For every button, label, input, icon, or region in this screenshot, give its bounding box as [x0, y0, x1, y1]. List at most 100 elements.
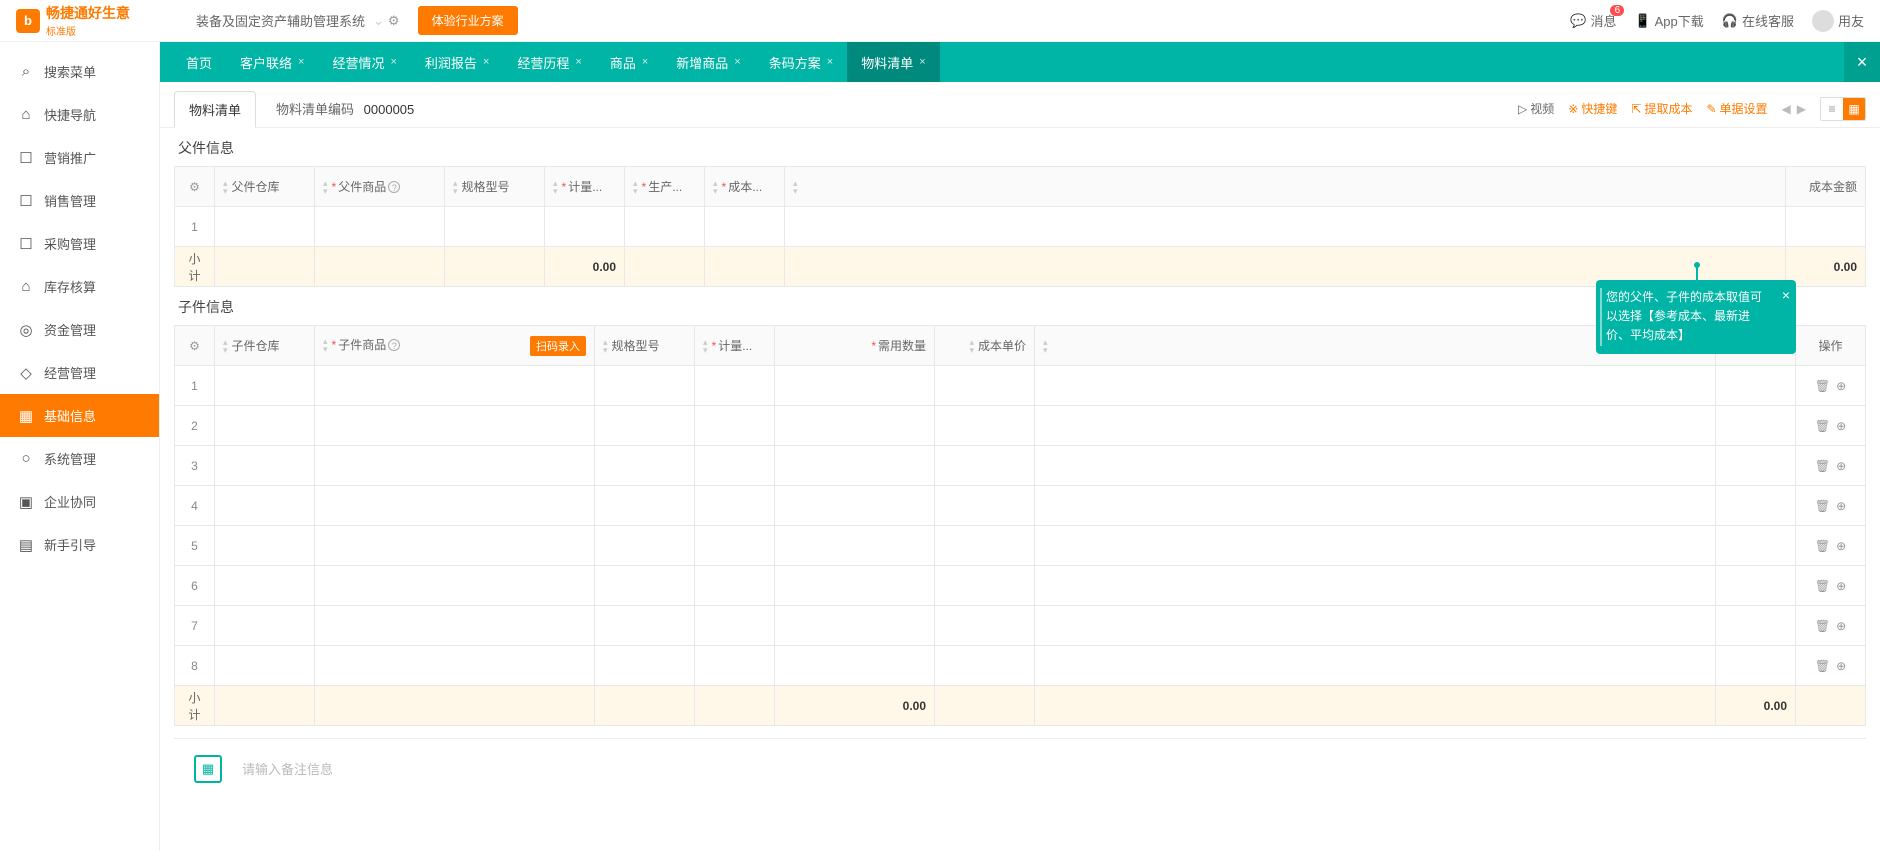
add-row-icon[interactable]: ⊕: [1836, 659, 1846, 673]
sidebar-item-4[interactable]: ☐采购管理: [0, 222, 159, 265]
child-row[interactable]: 3🗑⊕: [175, 446, 1866, 486]
parent-product-header[interactable]: ▴▾*父件商品?: [315, 167, 445, 207]
delete-row-icon[interactable]: 🗑: [1815, 619, 1830, 633]
child-row[interactable]: 5🗑⊕: [175, 526, 1866, 566]
subtab-bom[interactable]: 物料清单: [174, 91, 256, 128]
sidebar-label: 经营管理: [44, 363, 96, 382]
sidebar-item-0[interactable]: ⌕搜索菜单: [0, 50, 159, 93]
delete-row-icon[interactable]: 🗑: [1815, 419, 1830, 433]
next-record-button[interactable]: ▶: [1797, 102, 1806, 116]
child-row[interactable]: 7🗑⊕: [175, 606, 1866, 646]
extract-cost-link[interactable]: ⇱提取成本: [1631, 100, 1692, 117]
child-spec-header[interactable]: ▴▾规格型号: [595, 326, 695, 366]
tab-close-icon[interactable]: ×: [390, 56, 396, 68]
tab-1[interactable]: 客户联络×: [226, 42, 318, 82]
parent-cost-header[interactable]: ▴▾*成本...: [705, 167, 785, 207]
add-row-icon[interactable]: ⊕: [1836, 459, 1846, 473]
child-row[interactable]: 1🗑⊕: [175, 366, 1866, 406]
delete-row-icon[interactable]: 🗑: [1815, 659, 1830, 673]
user-menu[interactable]: 用友: [1812, 10, 1864, 32]
messages-link[interactable]: 💬 消息 6: [1570, 11, 1616, 30]
sidebar-label: 基础信息: [44, 406, 96, 425]
form-settings-link[interactable]: ✎单据设置: [1706, 100, 1767, 117]
trial-button[interactable]: 体验行业方案: [418, 6, 518, 35]
tab-close-icon[interactable]: ×: [642, 56, 648, 68]
child-unit-header[interactable]: ▴▾*计量...: [695, 326, 775, 366]
tab-0[interactable]: 首页: [172, 42, 226, 82]
delete-row-icon[interactable]: 🗑: [1815, 499, 1830, 513]
sidebar-item-11[interactable]: ▤新手引导: [0, 523, 159, 566]
play-icon: ▷: [1518, 102, 1527, 116]
sidebar-item-6[interactable]: ◎资金管理: [0, 308, 159, 351]
sidebar-item-7[interactable]: ◇经营管理: [0, 351, 159, 394]
add-row-icon[interactable]: ⊕: [1836, 499, 1846, 513]
tab-close-icon[interactable]: ×: [827, 56, 833, 68]
sidebar-label: 销售管理: [44, 191, 96, 210]
tab-close-icon[interactable]: ×: [734, 56, 740, 68]
delete-row-icon[interactable]: 🗑: [1815, 459, 1830, 473]
row-actions: 🗑⊕: [1796, 406, 1866, 446]
tooltip-close-button[interactable]: ×: [1782, 284, 1790, 306]
sidebar-item-1[interactable]: ⌂快捷导航: [0, 93, 159, 136]
tab-close-icon[interactable]: ×: [919, 56, 925, 68]
tab-3[interactable]: 利润报告×: [411, 42, 503, 82]
view-form-button[interactable]: ▦: [1843, 98, 1865, 120]
tab-close-icon[interactable]: ×: [298, 56, 304, 68]
close-all-tabs-button[interactable]: ×: [1844, 42, 1880, 82]
parent-unit-header[interactable]: ▴▾*计量...: [545, 167, 625, 207]
child-cost-price-header[interactable]: ▴▾成本单价: [935, 326, 1035, 366]
add-row-icon[interactable]: ⊕: [1836, 419, 1846, 433]
child-product-header[interactable]: ▴▾*子件商品?扫码录入: [315, 326, 595, 366]
sidebar-item-5[interactable]: ⌂库存核算: [0, 265, 159, 308]
prev-record-button[interactable]: ◀: [1782, 102, 1791, 116]
child-row[interactable]: 4🗑⊕: [175, 486, 1866, 526]
system-selector[interactable]: 装备及固定资产辅助管理系统 ⌄: [196, 11, 384, 30]
sidebar-item-9[interactable]: ○系统管理: [0, 437, 159, 480]
online-service-link[interactable]: 🎧 在线客服: [1722, 11, 1794, 30]
sidebar-item-2[interactable]: ☐营销推广: [0, 136, 159, 179]
child-row[interactable]: 6🗑⊕: [175, 566, 1866, 606]
sidebar-label: 搜索菜单: [44, 62, 96, 81]
chevron-down-icon: ⌄: [373, 13, 384, 29]
tab-8[interactable]: 物料清单×: [847, 42, 939, 82]
sidebar-icon: ☐: [18, 192, 34, 210]
remark-placeholder[interactable]: 请输入备注信息: [242, 759, 333, 778]
delete-row-icon[interactable]: 🗑: [1815, 539, 1830, 553]
view-list-button[interactable]: ≡: [1821, 98, 1843, 120]
tab-5[interactable]: 商品×: [596, 42, 662, 82]
tab-7[interactable]: 条码方案×: [755, 42, 847, 82]
calendar-icon[interactable]: ▦: [194, 755, 222, 783]
child-row[interactable]: 2🗑⊕: [175, 406, 1866, 446]
parent-warehouse-header[interactable]: ▴▾父件仓库: [215, 167, 315, 207]
child-need-qty-header[interactable]: *需用数量: [775, 326, 935, 366]
info-icon[interactable]: ?: [388, 339, 400, 351]
add-row-icon[interactable]: ⊕: [1836, 379, 1846, 393]
scan-input-button[interactable]: 扫码录入: [530, 336, 586, 356]
app-download-link[interactable]: 📱 App下载: [1634, 11, 1703, 30]
video-link[interactable]: ▷视频: [1518, 100, 1554, 117]
sidebar-item-8[interactable]: ▦基础信息: [0, 394, 159, 437]
parent-cost-amount-header[interactable]: 成本金额: [1786, 167, 1866, 207]
delete-row-icon[interactable]: 🗑: [1815, 379, 1830, 393]
gear-column-header[interactable]: ⚙: [175, 167, 215, 207]
add-row-icon[interactable]: ⊕: [1836, 539, 1846, 553]
add-row-icon[interactable]: ⊕: [1836, 619, 1846, 633]
parent-produce-header[interactable]: ▴▾*生产...: [625, 167, 705, 207]
sidebar-item-3[interactable]: ☐ 销售管理: [0, 179, 159, 222]
shortcut-link[interactable]: ※快捷键: [1568, 100, 1617, 117]
parent-spec-header[interactable]: ▴▾规格型号: [445, 167, 545, 207]
delete-row-icon[interactable]: 🗑: [1815, 579, 1830, 593]
child-warehouse-header[interactable]: ▴▾子件仓库: [215, 326, 315, 366]
child-row[interactable]: 8🗑⊕: [175, 646, 1866, 686]
info-icon[interactable]: ?: [388, 181, 400, 193]
tab-2[interactable]: 经营情况×: [318, 42, 410, 82]
gear-icon[interactable]: ⚙: [384, 9, 404, 33]
sidebar-item-10[interactable]: ▣企业协同: [0, 480, 159, 523]
tab-close-icon[interactable]: ×: [483, 56, 489, 68]
tab-close-icon[interactable]: ×: [575, 56, 581, 68]
gear-column-header[interactable]: ⚙: [175, 326, 215, 366]
add-row-icon[interactable]: ⊕: [1836, 579, 1846, 593]
parent-row[interactable]: 1: [175, 207, 1866, 247]
tab-4[interactable]: 经营历程×: [503, 42, 595, 82]
tab-6[interactable]: 新增商品×: [662, 42, 754, 82]
